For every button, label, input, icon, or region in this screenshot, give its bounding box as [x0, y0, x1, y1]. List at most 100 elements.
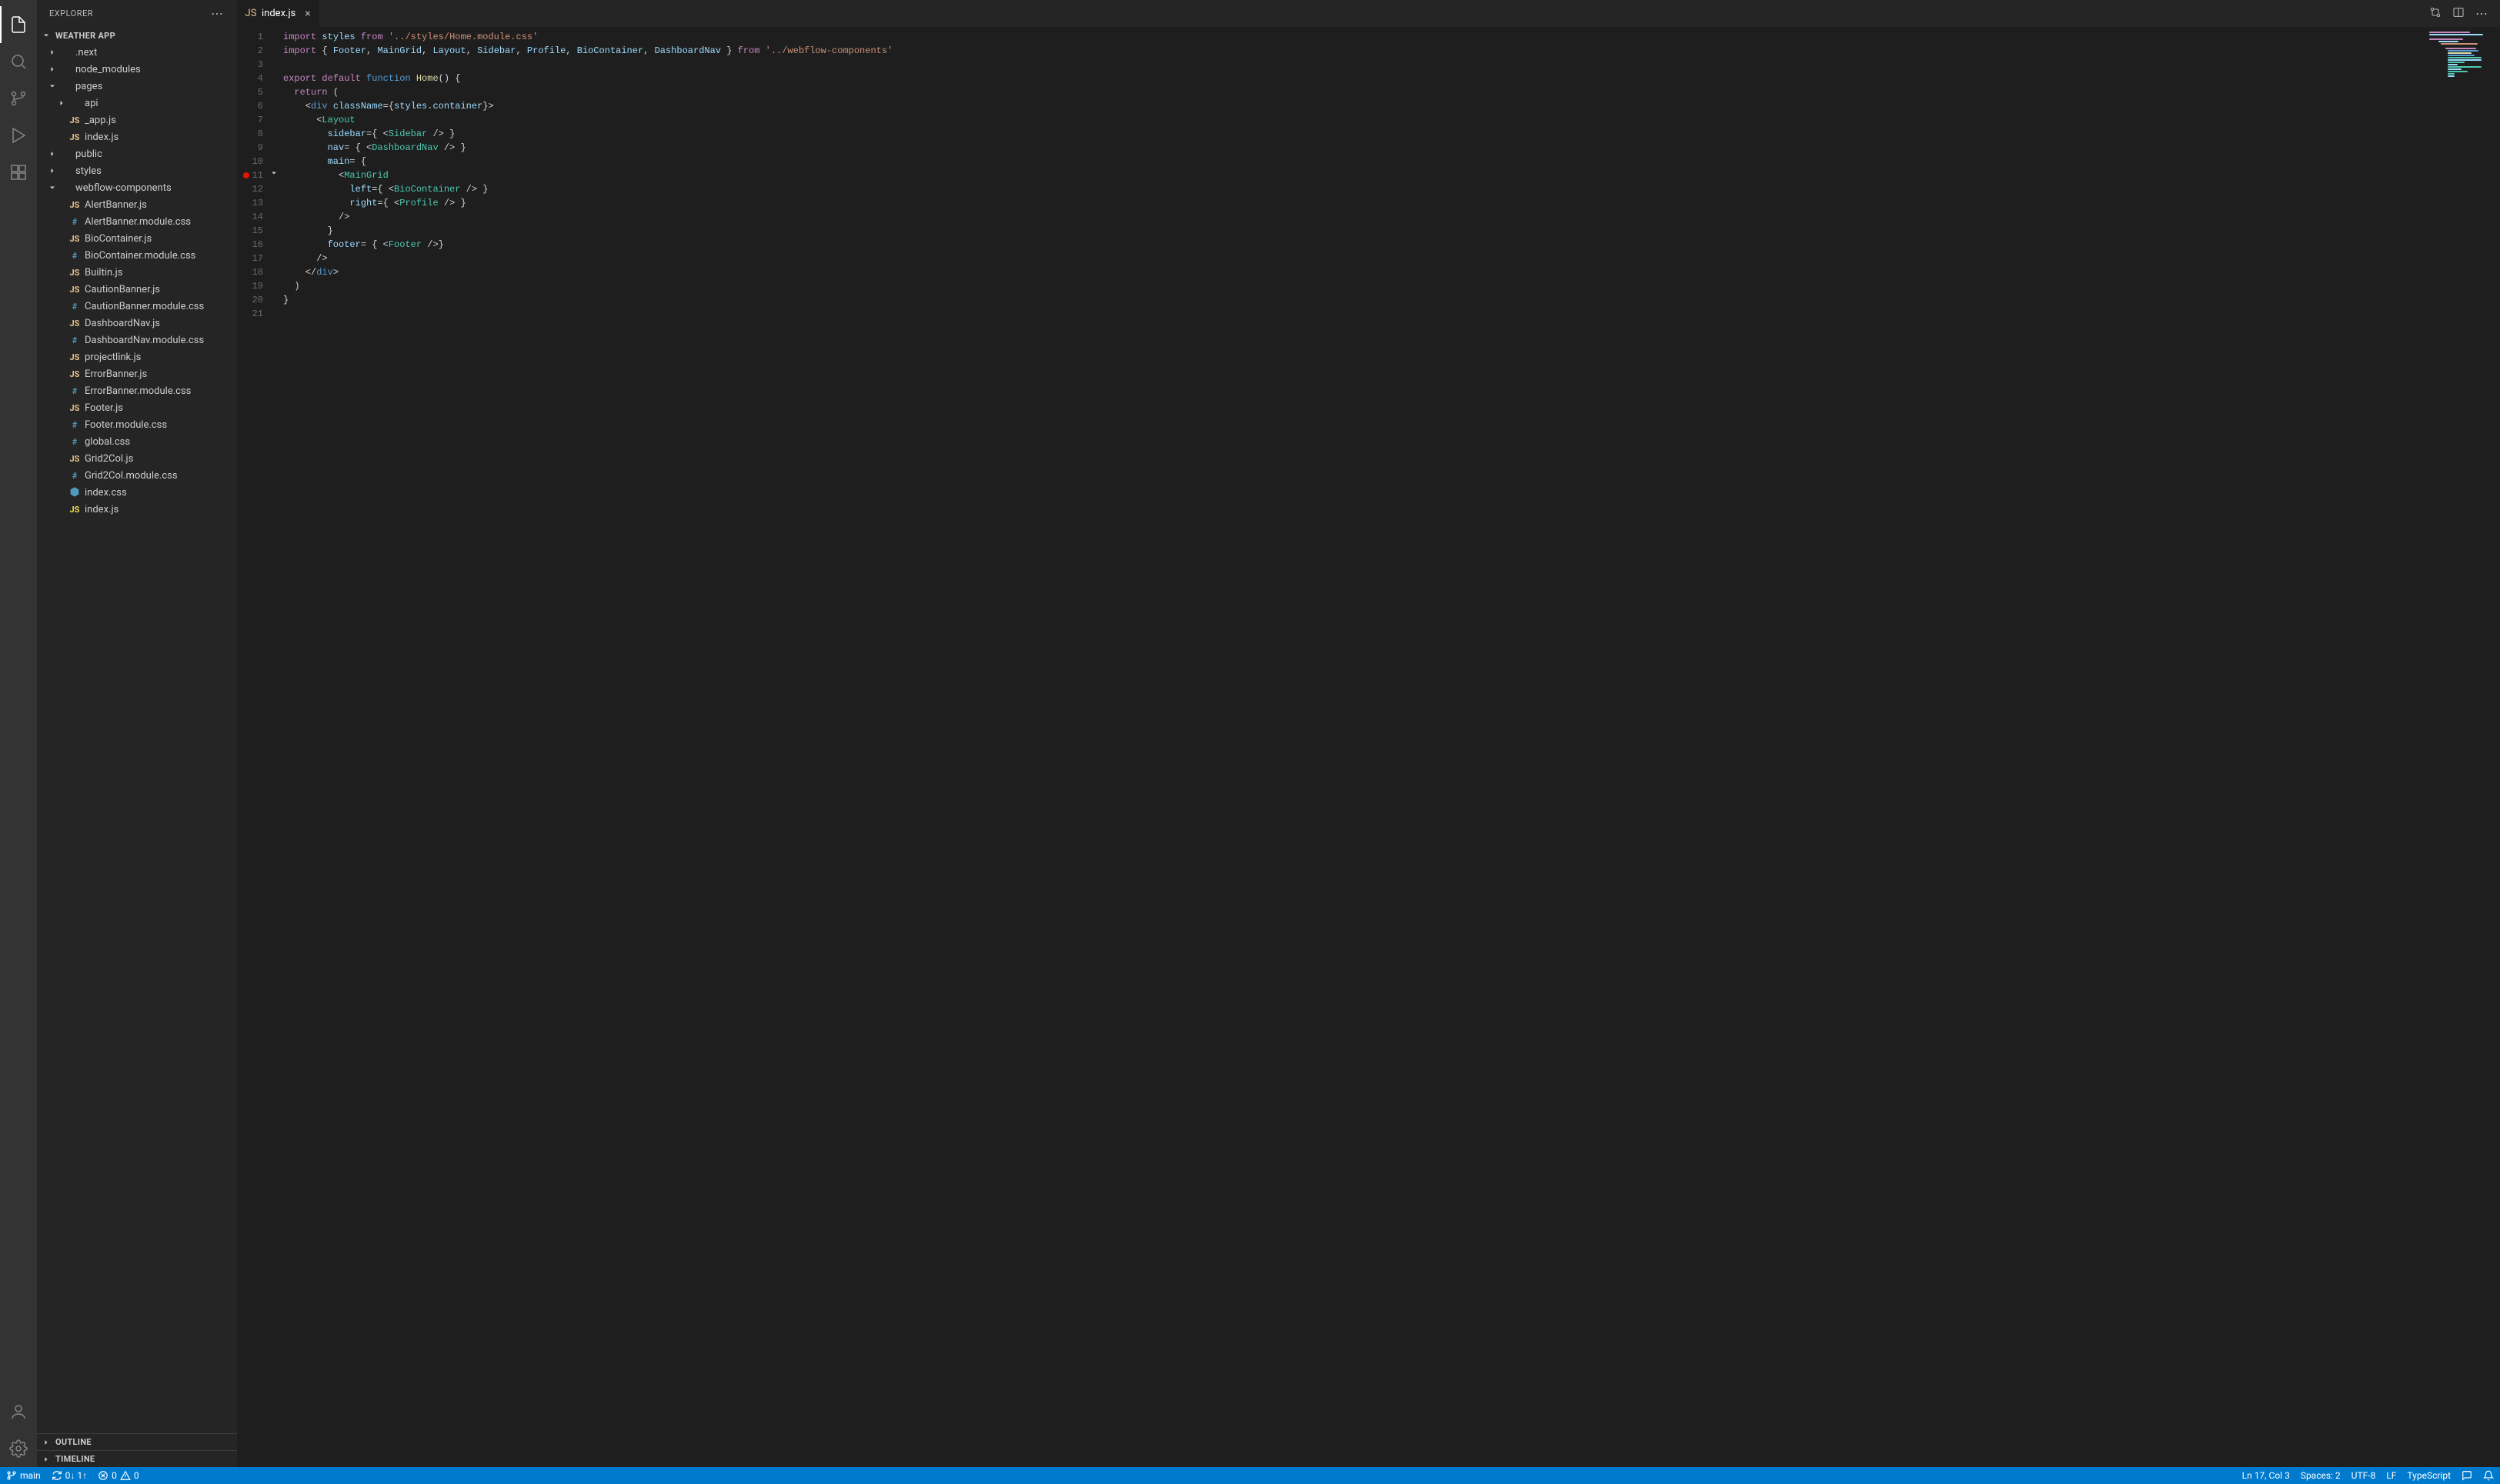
activity-extensions[interactable]: [0, 154, 37, 191]
outline-label: OUTLINE: [55, 1437, 92, 1447]
outline-section-header[interactable]: OUTLINE: [37, 1433, 237, 1450]
sidebar-more-icon[interactable]: ⋯: [211, 6, 225, 21]
file-item[interactable]: JSGrid2Col.js: [37, 450, 237, 467]
folder-item[interactable]: pages: [37, 78, 237, 95]
file-label: DashboardNav.js: [85, 318, 160, 329]
editor-tab[interactable]: JSindex.js×: [237, 0, 319, 27]
status-bar: main 0↓ 1↑ 0 0 Ln 17, Col 3 Spaces: 2 UT…: [0, 1467, 2500, 1484]
file-label: .next: [75, 47, 97, 58]
files-icon: [9, 15, 28, 34]
project-section-header[interactable]: WEATHER APP: [37, 27, 237, 44]
folder-item[interactable]: public: [37, 145, 237, 162]
chevron-right-icon: [46, 149, 58, 158]
file-item[interactable]: JSErrorBanner.js: [37, 365, 237, 382]
branch-icon: [9, 89, 28, 108]
css-file-icon: #: [68, 217, 82, 227]
play-bug-icon: [9, 126, 28, 145]
file-item[interactable]: JS_app.js: [37, 112, 237, 128]
file-label: public: [75, 148, 102, 160]
error-circle-icon: [98, 1470, 108, 1481]
code-editor[interactable]: import styles from '../styles/Home.modul…: [283, 27, 2426, 1467]
status-problems[interactable]: 0 0: [98, 1470, 139, 1481]
error-count: 0: [112, 1470, 117, 1481]
search-icon: [9, 52, 28, 71]
activity-explorer[interactable]: [0, 6, 37, 43]
file-item[interactable]: #ErrorBanner.module.css: [37, 382, 237, 399]
file-item[interactable]: JSBuiltin.js: [37, 264, 237, 281]
activity-settings[interactable]: [0, 1430, 37, 1467]
file-item[interactable]: #Footer.module.css: [37, 416, 237, 433]
timeline-section-header[interactable]: TIMELINE: [37, 1450, 237, 1467]
branch-name: main: [20, 1470, 41, 1481]
file-item[interactable]: JSFooter.js: [37, 399, 237, 416]
file-label: ErrorBanner.js: [85, 368, 147, 380]
activity-scm[interactable]: [0, 80, 37, 117]
file-item[interactable]: JSindex.js: [37, 501, 237, 518]
file-item[interactable]: JSCautionBanner.js: [37, 281, 237, 298]
css-file-icon: ⬢: [68, 486, 82, 499]
js-file-icon: JS: [68, 132, 82, 142]
js-file-icon: JS: [68, 200, 82, 210]
file-item[interactable]: #global.css: [37, 433, 237, 450]
chevron-right-icon: [46, 166, 58, 175]
css-file-icon: #: [68, 386, 82, 396]
breakpoint-icon[interactable]: [243, 172, 249, 178]
chevron-right-icon: [46, 65, 58, 74]
file-item[interactable]: JSindex.js: [37, 128, 237, 145]
status-language[interactable]: TypeScript: [2407, 1470, 2451, 1481]
tab-label: index.js: [262, 8, 295, 19]
activity-account[interactable]: [0, 1393, 37, 1430]
status-cursor[interactable]: Ln 17, Col 3: [2242, 1470, 2290, 1481]
feedback-icon: [2462, 1470, 2472, 1481]
sync-text: 0↓ 1↑: [65, 1470, 87, 1481]
file-label: webflow-components: [75, 182, 172, 194]
file-item[interactable]: #AlertBanner.module.css: [37, 213, 237, 230]
split-editor-icon[interactable]: [2452, 6, 2465, 22]
folder-item[interactable]: webflow-components: [37, 179, 237, 196]
file-label: ErrorBanner.module.css: [85, 385, 191, 397]
chevron-right-icon: [55, 98, 68, 108]
file-item[interactable]: ⬢index.css: [37, 484, 237, 501]
more-actions-icon[interactable]: ⋯: [2475, 6, 2489, 21]
css-file-icon: #: [68, 420, 82, 430]
css-file-icon: #: [68, 302, 82, 312]
status-spaces[interactable]: Spaces: 2: [2301, 1470, 2341, 1481]
line-gutter[interactable]: 123456789101112131415161718192021: [237, 27, 283, 1467]
close-icon[interactable]: ×: [305, 8, 310, 20]
editor-area: JSindex.js× ⋯ 12345678910111213141516171…: [237, 0, 2500, 1467]
branch-icon: [6, 1470, 17, 1481]
status-eol[interactable]: LF: [2386, 1470, 2396, 1481]
file-item[interactable]: #Grid2Col.module.css: [37, 467, 237, 484]
activity-debug[interactable]: [0, 117, 37, 154]
file-item[interactable]: JSDashboardNav.js: [37, 315, 237, 332]
folder-item[interactable]: node_modules: [37, 61, 237, 78]
js-file-icon: JS: [68, 403, 82, 413]
status-feedback[interactable]: [2462, 1470, 2472, 1481]
file-label: _app.js: [85, 115, 116, 126]
status-sync[interactable]: 0↓ 1↑: [52, 1470, 87, 1481]
file-label: node_modules: [75, 64, 141, 75]
folder-item[interactable]: .next: [37, 44, 237, 61]
file-tree[interactable]: .nextnode_modulespagesapiJS_app.jsJSinde…: [37, 44, 237, 1433]
file-item[interactable]: JSAlertBanner.js: [37, 196, 237, 213]
bell-icon: [2483, 1470, 2494, 1481]
file-item[interactable]: #DashboardNav.module.css: [37, 332, 237, 348]
folder-item[interactable]: api: [37, 95, 237, 112]
activity-search[interactable]: [0, 43, 37, 80]
file-item[interactable]: #BioContainer.module.css: [37, 247, 237, 264]
warning-triangle-icon: [120, 1470, 131, 1481]
fold-icon[interactable]: [269, 168, 279, 182]
file-item[interactable]: JSBioContainer.js: [37, 230, 237, 247]
file-label: index.js: [85, 504, 118, 515]
folder-item[interactable]: styles: [37, 162, 237, 179]
file-item[interactable]: JSprojectlink.js: [37, 348, 237, 365]
chevron-down-icon: [46, 183, 58, 192]
status-notifications[interactable]: [2483, 1470, 2494, 1481]
minimap[interactable]: [2426, 27, 2500, 1467]
file-item[interactable]: #CautionBanner.module.css: [37, 298, 237, 315]
compare-changes-icon[interactable]: [2429, 6, 2442, 22]
sidebar-header: EXPLORER ⋯: [37, 0, 237, 27]
status-branch[interactable]: main: [6, 1470, 41, 1481]
file-label: AlertBanner.module.css: [85, 216, 191, 228]
status-encoding[interactable]: UTF-8: [2351, 1470, 2376, 1481]
